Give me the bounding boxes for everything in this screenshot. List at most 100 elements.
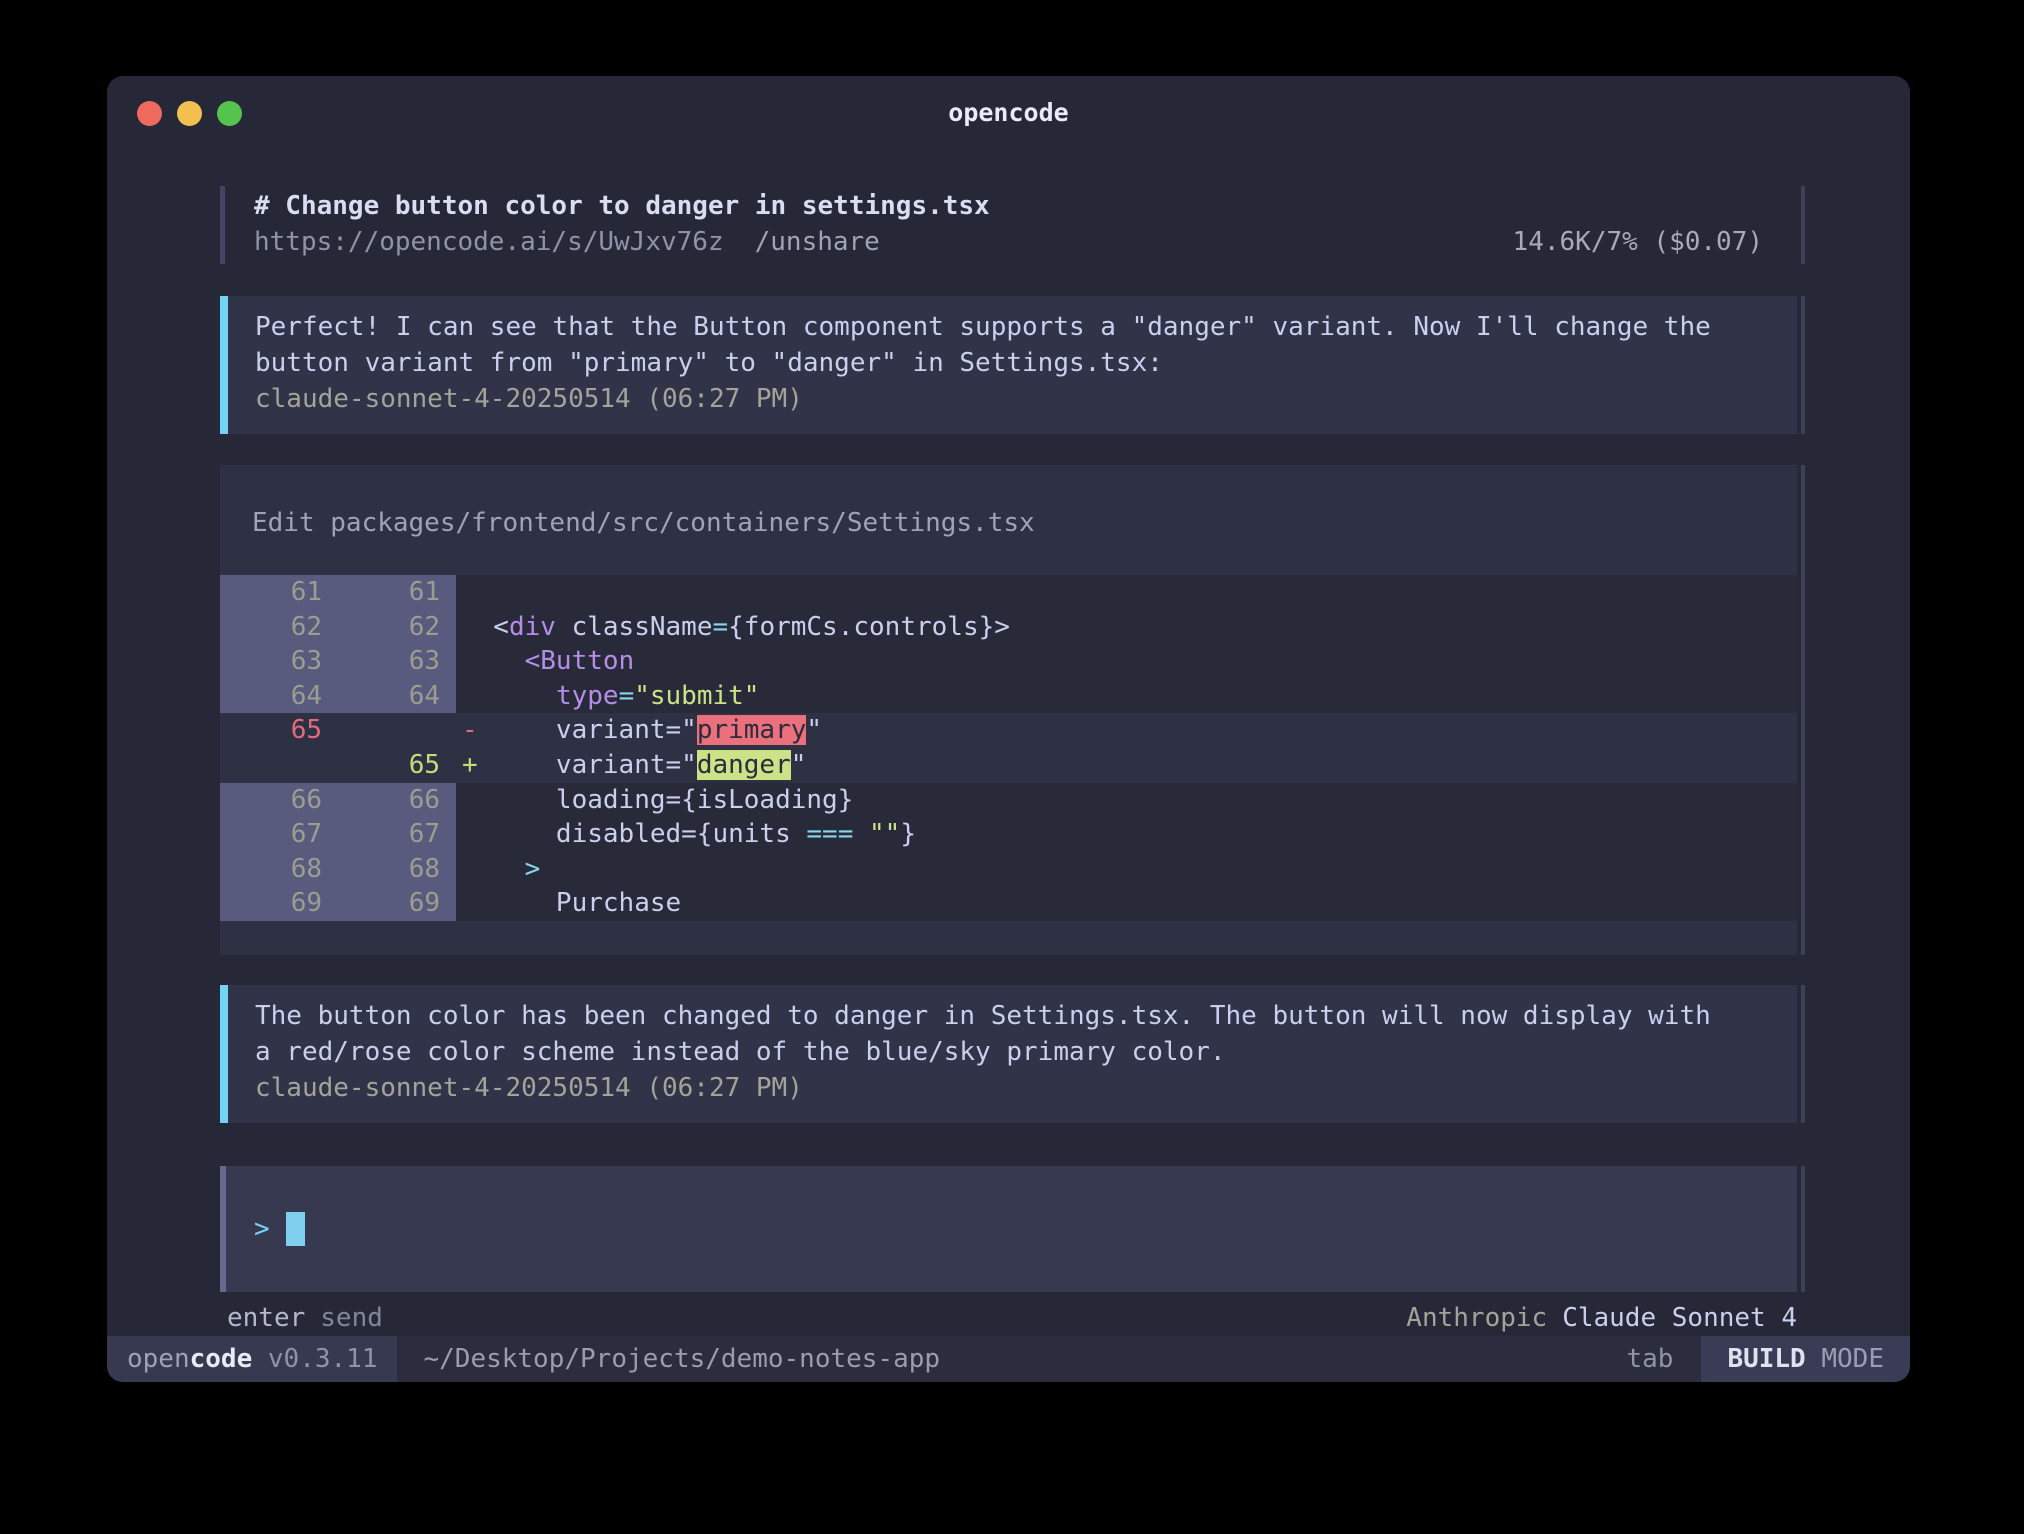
code-token [478,854,525,884]
diff-row: 6262 <div className={formCs.controls}> [220,610,1797,645]
code-token: danger [697,750,791,780]
edit-tool-card: Edit packages/frontend/src/containers/Se… [220,465,1797,955]
mode-name: BUILD [1727,1344,1805,1374]
new-line-number: 61 [338,575,456,610]
session-subline: https://opencode.ai/s/UwJxv76z /unshare … [254,224,1797,260]
right-border-line [1801,1166,1805,1292]
share-url-link[interactable]: https://opencode.ai/s/UwJxv76z [254,224,724,260]
diff-sign: - [462,715,478,745]
diff-row: 6969 Purchase [220,886,1797,921]
old-line-number: 63 [220,644,338,679]
app-name-code: code [190,1344,253,1374]
diff-row: 6363 <Button [220,644,1797,679]
unshare-command[interactable]: /unshare [755,224,880,260]
diff-sign [462,681,478,711]
diff-code-line: loading={isLoading} [456,783,1797,818]
old-line-number: 67 [220,817,338,852]
diff-code-line: type="submit" [456,679,1797,714]
diff-code-line: disabled={units === ""} [456,817,1797,852]
token-usage: 14.6K/7% ($0.07) [1513,224,1797,260]
model-timestamp: claude-sonnet-4-20250514 (06:27 PM) [255,1070,1767,1106]
session-header: # Change button color to danger in setti… [220,186,1797,264]
diff-row: 65 - variant="primary" [220,713,1797,748]
diff-row: 65+ variant="danger" [220,748,1797,783]
old-line-number: 62 [220,610,338,645]
new-line-number: 63 [338,644,456,679]
code-token: <Button [525,646,635,676]
edit-file-title: Edit packages/frontend/src/containers/Se… [220,465,1797,541]
right-border-line [1801,465,1805,955]
code-token: variant=" [478,715,697,745]
code-token: {formCs.controls}> [728,612,1010,642]
new-line-number: 64 [338,679,456,714]
enter-key-hint: enter [227,1300,305,1336]
code-token: "" [869,819,900,849]
code-token: variant=" [478,750,697,780]
new-line-number: 65 [338,748,456,783]
diff-code-line: - variant="primary" [456,713,1797,748]
diff-sign [462,612,478,642]
code-token: " [806,715,822,745]
right-border-line [1801,985,1805,1123]
diff-row: 6666 loading={isLoading} [220,783,1797,818]
code-token: < [478,612,509,642]
code-token [478,681,556,711]
diff-sign [462,888,478,918]
diff-sign [462,646,478,676]
code-token [478,646,525,676]
diff-code-line: + variant="danger" [456,748,1797,783]
code-token: type [556,681,619,711]
code-token: div [509,612,556,642]
mode-suffix: MODE [1806,1344,1884,1374]
app-version-chip: opencode v0.3.11 [107,1336,397,1382]
session-title: # Change button color to danger in setti… [254,188,1797,224]
diff-sign: + [462,750,478,780]
new-line-number: 68 [338,852,456,887]
message-line: The button color has been changed to dan… [255,998,1767,1034]
diff-row: 6767 disabled={units === ""} [220,817,1797,852]
code-token: "submit" [634,681,759,711]
message-line: button variant from "primary" to "danger… [255,345,1767,381]
text-cursor-icon [286,1212,305,1246]
window-title: opencode [107,98,1910,127]
old-line-number: 66 [220,783,338,818]
diff-row: 6464 type="submit" [220,679,1797,714]
code-token: Purchase [478,888,682,918]
old-line-number: 68 [220,852,338,887]
old-line-number: 64 [220,679,338,714]
desktop: { "window": { "title": "opencode" }, "co… [0,0,2024,1534]
old-line-number: 65 [220,713,338,748]
diff-code-line: > [456,852,1797,887]
diff-sign [462,819,478,849]
diff-code-line [456,575,1797,610]
prompt-input[interactable]: > [220,1166,1797,1292]
hints-row: enter send Anthropic Claude Sonnet 4 [227,1300,1797,1336]
diff-code-line: <Button [456,644,1797,679]
diff-sign [462,577,478,607]
diff-table: 6161 6262 <div className={formCs.control… [220,575,1797,921]
title-bar: opencode [107,76,1910,152]
assistant-message: The button color has been changed to dan… [220,985,1797,1123]
status-bar: opencode v0.3.11 ~/Desktop/Projects/demo… [107,1336,1910,1382]
old-line-number [220,748,338,783]
new-line-number: 67 [338,817,456,852]
mode-chip[interactable]: BUILD MODE [1701,1336,1910,1382]
message-line: a red/rose color scheme instead of the b… [255,1034,1767,1070]
app-name-open: open [127,1344,190,1374]
assistant-message: Perfect! I can see that the Button compo… [220,296,1797,434]
message-line: Perfect! I can see that the Button compo… [255,309,1767,345]
diff-code-line: Purchase [456,886,1797,921]
working-directory: ~/Desktop/Projects/demo-notes-app [423,1344,940,1374]
code-token: > [525,854,541,884]
model-timestamp: claude-sonnet-4-20250514 (06:27 PM) [255,381,1767,417]
diff-sign [462,785,478,815]
diff-code-line: <div className={formCs.controls}> [456,610,1797,645]
code-token: primary [697,715,807,745]
new-line-number: 66 [338,783,456,818]
code-token [853,819,869,849]
prompt-caret: > [254,1214,270,1244]
old-line-number: 61 [220,575,338,610]
code-token: === [806,819,853,849]
code-token: " [791,750,807,780]
code-token: = [712,612,728,642]
